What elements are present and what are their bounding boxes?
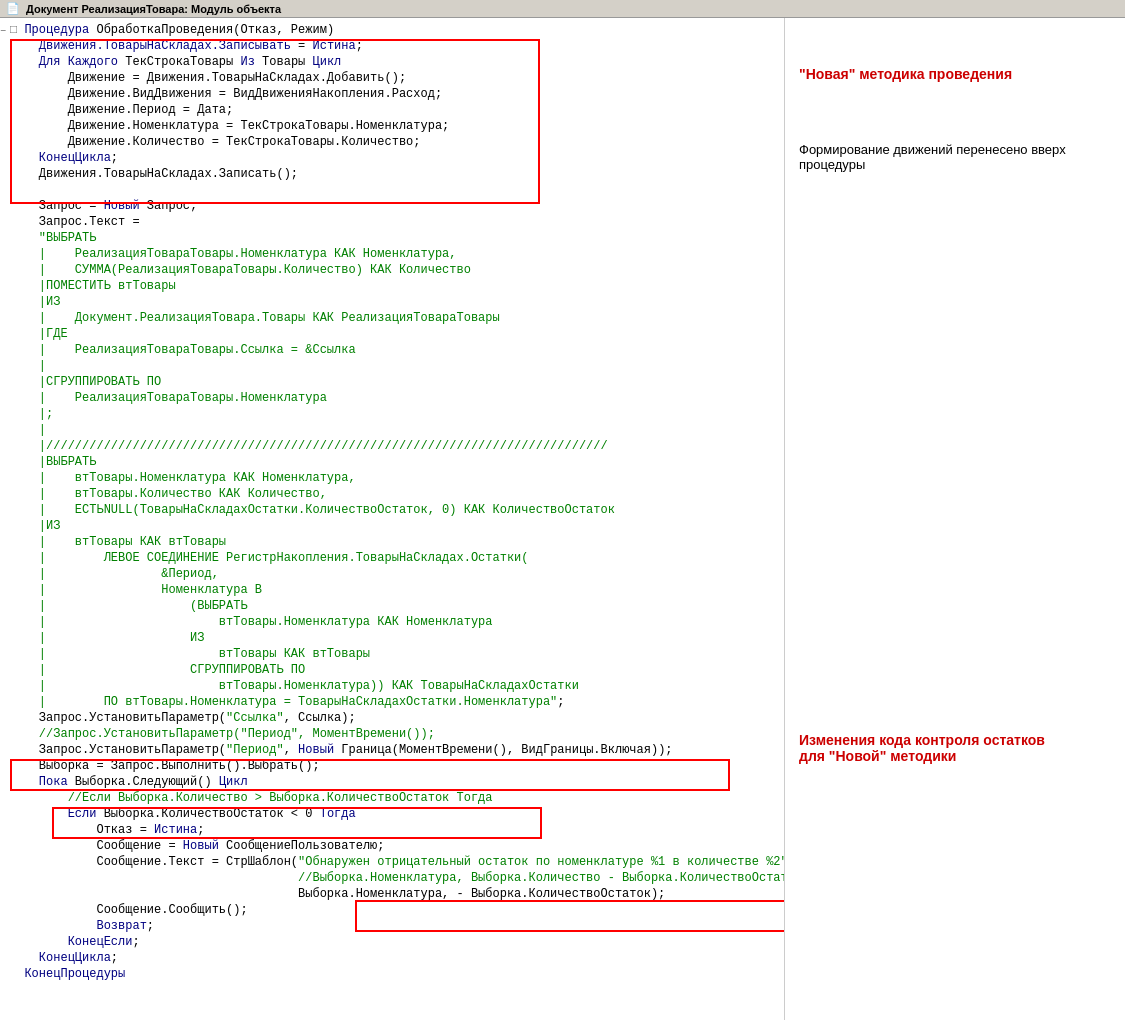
comment-text-3: Изменения кода контроля остатковдля "Нов… [799, 732, 1045, 764]
comment-block-3: Изменения кода контроля остатковдля "Нов… [799, 732, 1111, 764]
title-bar-icon: 📄 [6, 2, 20, 15]
comment-text-1: "Новая" методика проведения [799, 66, 1012, 82]
code-text: □ Процедура ОбработкаПроведения(Отказ, Р… [10, 22, 785, 982]
title-bar-text: Документ РеализацияТовара: Модуль объект… [26, 3, 281, 15]
code-content: □ Процедура ОбработкаПроведения(Отказ, Р… [10, 22, 785, 982]
main-content: − □ Процедура ОбработкаПроведения(Отказ,… [0, 18, 1125, 1020]
code-panel[interactable]: − □ Процедура ОбработкаПроведения(Отказ,… [0, 18, 785, 1020]
gutter: − [0, 22, 10, 982]
collapse-icon[interactable]: − [0, 26, 6, 37]
title-bar: 📄 Документ РеализацияТовара: Модуль объе… [0, 0, 1125, 18]
comment-panel: "Новая" методика проведения Формирование… [785, 18, 1125, 1020]
comment-text-2: Формирование движений перенесено вверх п… [799, 142, 1066, 172]
code-wrapper: − □ Процедура ОбработкаПроведения(Отказ,… [0, 22, 784, 982]
comment-block-2: Формирование движений перенесено вверх п… [799, 142, 1111, 172]
comment-block-1: "Новая" методика проведения [799, 66, 1111, 82]
